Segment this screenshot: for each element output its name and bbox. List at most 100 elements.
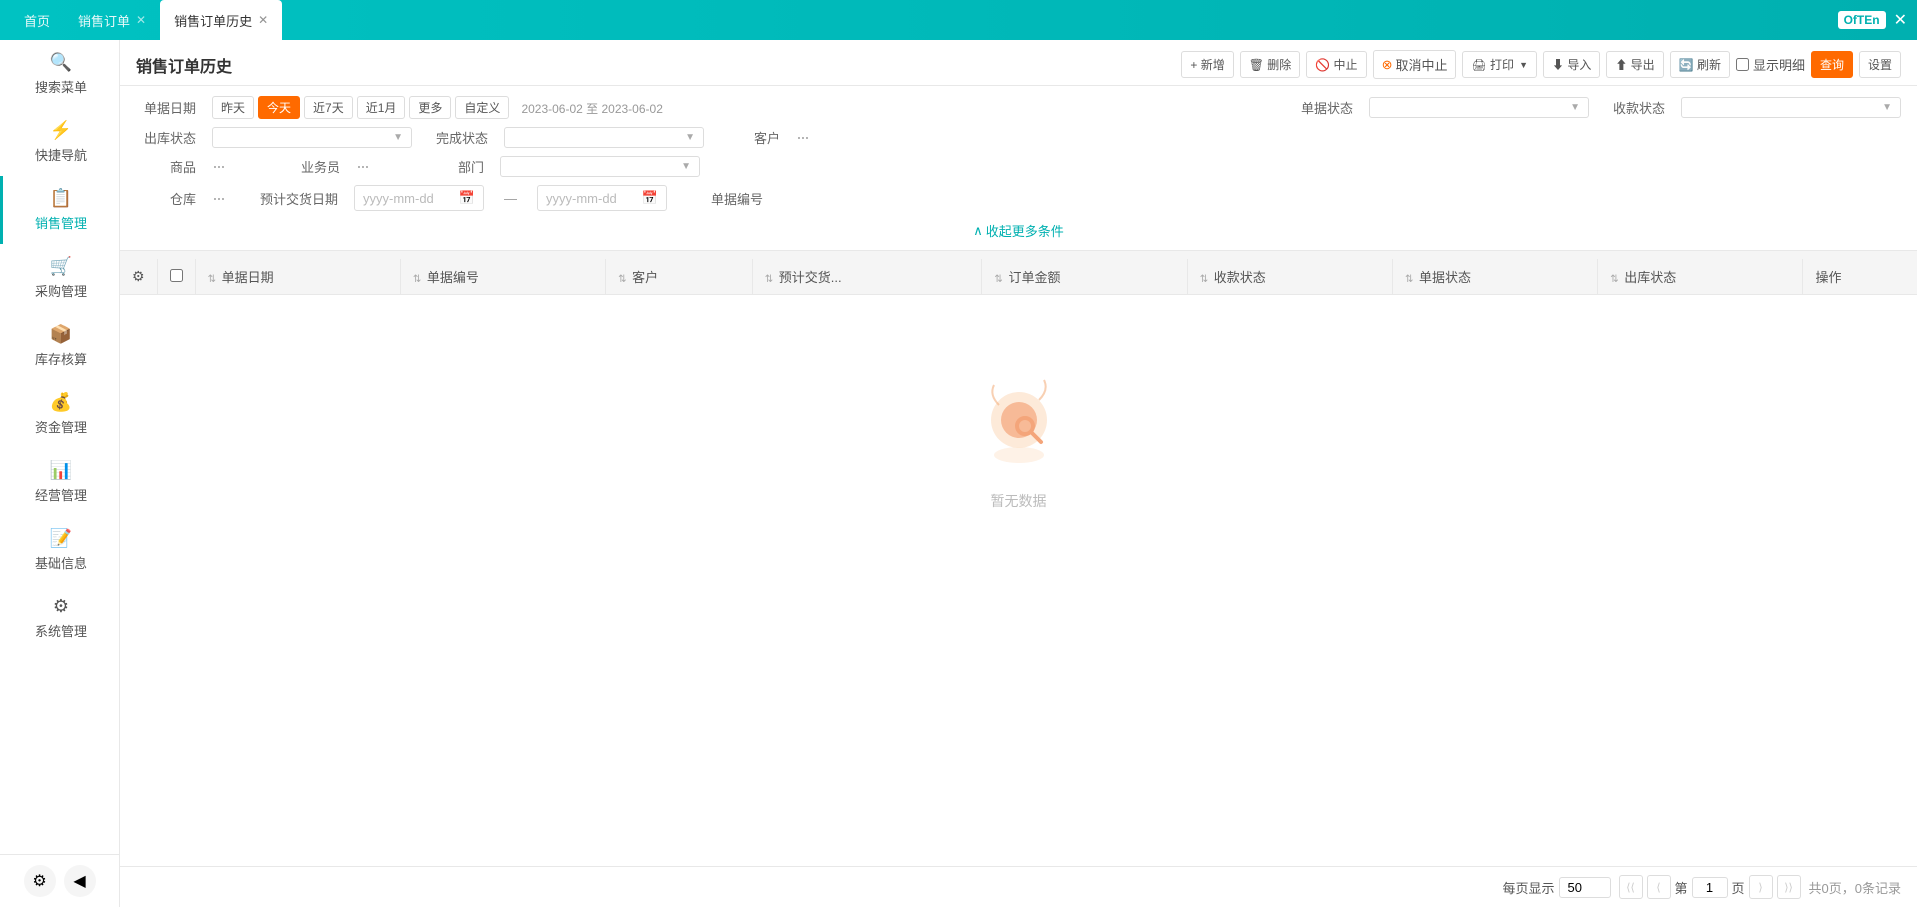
content-inner: 销售订单历史 + 新增 🗑 删除 🚫 中止 ⊗ 取消中止 🖨 打印 ⬇ 导入 ⬆… <box>120 40 1917 907</box>
sidebar-item-basic-info[interactable]: 📝 基础信息 <box>0 516 119 584</box>
export-button[interactable]: ⬆ 导出 <box>1606 51 1663 78</box>
sidebar-item-inventory-label: 库存核算 <box>35 349 87 368</box>
complete-status-label: 完成状态 <box>428 128 488 147</box>
delete-button[interactable]: 🗑 删除 <box>1240 51 1301 78</box>
print-button[interactable]: 🖨 打印 <box>1462 51 1537 78</box>
bill-date-sort-icon: ⇅ <box>208 274 216 285</box>
sidebar-item-sales-mgmt[interactable]: 📋 销售管理 <box>0 176 119 244</box>
expected-delivery-to[interactable]: yyyy-mm-dd 📅 <box>537 185 667 211</box>
order-amount-sort-icon: ⇅ <box>994 274 1002 285</box>
sidebar-collapse-btn[interactable]: ◀ <box>64 865 96 897</box>
salesperson-dots[interactable]: ··· <box>356 156 368 177</box>
expected-delivery-to-text: yyyy-mm-dd <box>546 191 617 206</box>
th-out-status[interactable]: ⇅ 出库状态 <box>1598 259 1803 295</box>
expected-delivery-from[interactable]: yyyy-mm-dd 📅 <box>354 185 484 211</box>
date-7days-btn[interactable]: 近7天 <box>304 96 353 119</box>
date-yesterday-btn[interactable]: 昨天 <box>212 96 254 119</box>
th-check[interactable] <box>157 259 195 295</box>
import-button[interactable]: ⬇ 导入 <box>1543 51 1600 78</box>
page-input[interactable] <box>1692 877 1728 898</box>
dept-select[interactable]: ▼ <box>500 156 700 177</box>
sidebar-settings-btn[interactable]: ⚙ <box>24 865 56 897</box>
sidebar-item-finance[interactable]: 💰 资金管理 <box>0 380 119 448</box>
customer-dots[interactable]: ··· <box>796 127 808 148</box>
sidebar-item-purchase-mgmt[interactable]: 🛒 采购管理 <box>0 244 119 312</box>
tab-home[interactable]: 首页 <box>10 0 64 40</box>
show-detail-checkbox[interactable] <box>1736 58 1749 71</box>
cancel-stop-button[interactable]: ⊗ 取消中止 <box>1373 50 1457 79</box>
refresh-button[interactable]: 🔄 刷新 <box>1670 51 1730 78</box>
th-bill-date[interactable]: ⇅ 单据日期 <box>195 259 400 295</box>
tab-sales-order[interactable]: 销售订单 ✕ <box>64 0 160 40</box>
expected-delivery-from-text: yyyy-mm-dd <box>363 191 434 206</box>
first-page-btn[interactable]: ⟨⟨ <box>1619 875 1643 899</box>
select-all-checkbox[interactable] <box>170 269 183 282</box>
tab-sales-order-history-label: 销售订单历史 <box>174 11 252 30</box>
sidebar-item-inventory[interactable]: 📦 库存核算 <box>0 312 119 380</box>
page-nav: ⟨⟨ ⟨ 第 页 ⟩ ⟩⟩ <box>1619 875 1801 899</box>
sidebar-item-search-menu[interactable]: 🔍 搜索菜单 <box>0 40 119 108</box>
new-button[interactable]: + 新增 <box>1181 51 1233 78</box>
calendar-to-icon: 📅 <box>642 190 658 206</box>
receipt-status-label: 收款状态 <box>1605 98 1665 117</box>
page-size-dropdown[interactable]: 50 10 20 100 <box>1559 877 1611 898</box>
date-today-btn[interactable]: 今天 <box>258 96 300 119</box>
prev-page-btn[interactable]: ⟨ <box>1647 875 1671 899</box>
next-page-btn[interactable]: ⟩ <box>1749 875 1773 899</box>
th-receipt-status[interactable]: ⇅ 收款状态 <box>1187 259 1392 295</box>
th-customer[interactable]: ⇅ 客户 <box>606 259 753 295</box>
topbar-right: OfTEn ✕ <box>1838 10 1907 30</box>
dept-label: 部门 <box>424 157 484 176</box>
date-1month-btn[interactable]: 近1月 <box>357 96 406 119</box>
cancel-stop-icon: ⊗ <box>1382 57 1393 73</box>
dept-arrow: ▼ <box>681 161 691 172</box>
date-custom-btn[interactable]: 自定义 <box>455 96 509 119</box>
th-gear[interactable]: ⚙ <box>120 259 157 295</box>
sales-mgmt-icon: 📋 <box>50 188 72 209</box>
page-size-select: 每页显示 50 10 20 100 <box>1502 877 1610 898</box>
tab-sales-order-history[interactable]: 销售订单历史 ✕ <box>160 0 282 40</box>
date-filter-label: 单据日期 <box>136 98 196 117</box>
top-bar: 首页 销售订单 ✕ 销售订单历史 ✕ OfTEn ✕ <box>0 0 1917 40</box>
close-sales-order-icon[interactable]: ✕ <box>136 13 146 27</box>
goods-dots[interactable]: ··· <box>212 156 224 177</box>
complete-status-select[interactable]: ▼ <box>504 127 704 148</box>
sidebar-bottom: ⚙ ◀ <box>0 854 119 907</box>
sidebar-item-operations-label: 经营管理 <box>35 485 87 504</box>
page-title: 销售订单历史 <box>136 53 232 77</box>
page-header: 销售订单历史 + 新增 🗑 删除 🚫 中止 ⊗ 取消中止 🖨 打印 ⬇ 导入 ⬆… <box>120 40 1917 86</box>
topbar-close-btn[interactable]: ✕ <box>1894 10 1907 30</box>
warehouse-dots[interactable]: ··· <box>212 188 224 209</box>
last-page-btn[interactable]: ⟩⟩ <box>1777 875 1801 899</box>
date-range-separator: — <box>504 191 517 206</box>
basic-info-icon: 📝 <box>50 528 72 549</box>
salesperson-label: 业务员 <box>280 157 340 176</box>
out-status-sort-icon: ⇅ <box>1610 274 1618 285</box>
page-unit: 页 <box>1732 878 1745 897</box>
bill-status-select[interactable]: ▼ <box>1369 97 1589 118</box>
stop-button[interactable]: 🚫 中止 <box>1306 51 1366 78</box>
out-status-select[interactable]: ▼ <box>212 127 412 148</box>
sidebar-item-operations[interactable]: 📊 经营管理 <box>0 448 119 516</box>
query-button[interactable]: 查询 <box>1811 51 1853 78</box>
sidebar-item-quick-nav[interactable]: ⚡ 快捷导航 <box>0 108 119 176</box>
date-quick-btns: 昨天 今天 近7天 近1月 更多 自定义 <box>212 96 509 119</box>
sidebar-item-purchase-mgmt-label: 采购管理 <box>35 281 87 300</box>
date-more-btn[interactable]: 更多 <box>409 96 451 119</box>
sidebar-item-quick-nav-label: 快捷导航 <box>35 145 87 164</box>
th-expected-delivery[interactable]: ⇅ 预计交货... <box>752 259 982 295</box>
customer-label: 客户 <box>720 128 780 147</box>
filter-area: 单据日期 昨天 今天 近7天 近1月 更多 自定义 2023-06-02 至 2… <box>120 86 1917 251</box>
sidebar-item-system-mgmt[interactable]: ⚙ 系统管理 <box>0 584 119 652</box>
close-sales-order-history-icon[interactable]: ✕ <box>258 13 268 27</box>
settings-button[interactable]: 设置 <box>1859 51 1901 78</box>
collapse-link[interactable]: ∧ 收起更多条件 <box>136 219 1901 240</box>
show-detail-checkbox-label[interactable]: 显示明细 <box>1736 55 1805 74</box>
th-order-amount[interactable]: ⇅ 订单金额 <box>982 259 1187 295</box>
tab-sales-order-label: 销售订单 <box>78 11 130 30</box>
th-bill-status[interactable]: ⇅ 单据状态 <box>1392 259 1597 295</box>
th-bill-no[interactable]: ⇅ 单据编号 <box>400 259 605 295</box>
expected-delivery-sort-icon: ⇅ <box>765 274 773 285</box>
filter-row-4: 仓库 ··· 预计交货日期 yyyy-mm-dd 📅 — yyyy-mm-dd … <box>136 185 1901 211</box>
receipt-status-select[interactable]: ▼ <box>1681 97 1901 118</box>
